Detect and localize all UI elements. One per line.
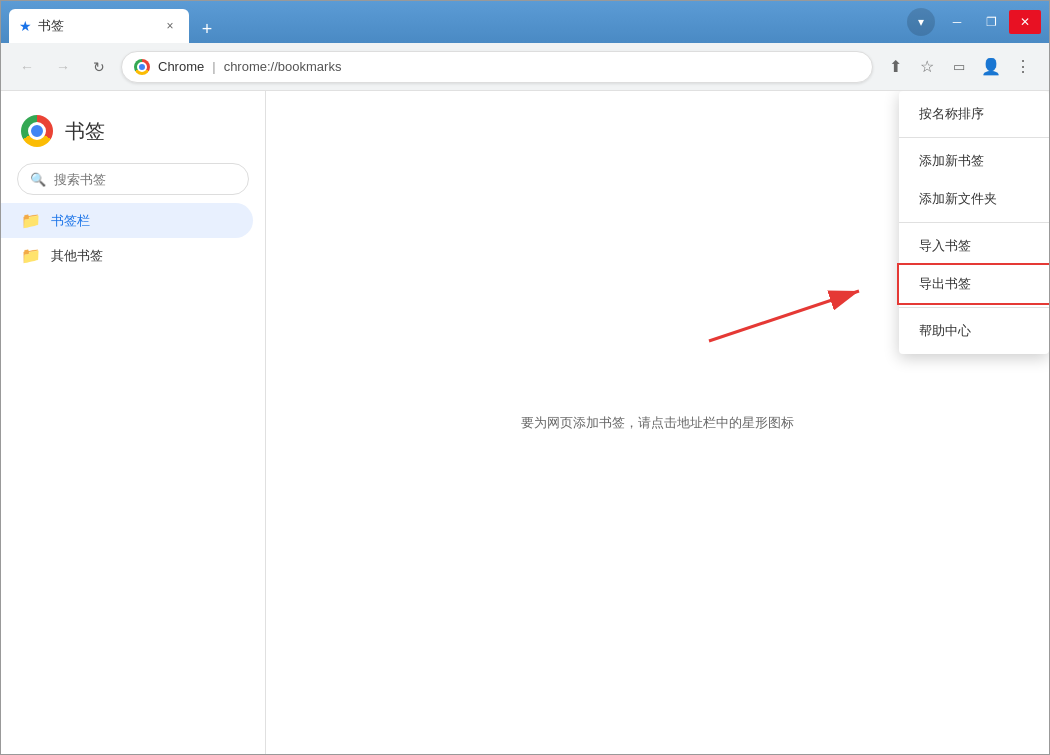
empty-hint: 要为网页添加书签，请点击地址栏中的星形图标 xyxy=(521,414,794,432)
search-input[interactable] xyxy=(54,172,236,187)
forward-button[interactable]: → xyxy=(49,53,77,81)
titlebar: ★ 书签 × + ▾ ─ ❐ ✕ xyxy=(1,1,1049,43)
main-area: 书签 🔍 📁 书签栏 📁 其他书签 要为网页添加书签，请点击地址栏中的星形图标 … xyxy=(1,91,1049,754)
back-button[interactable]: ← xyxy=(13,53,41,81)
menu-divider-3 xyxy=(899,307,1049,308)
menu-item-help-center[interactable]: 帮助中心 xyxy=(899,312,1049,350)
menu-divider-1 xyxy=(899,137,1049,138)
sidebar-item-label-other-bookmarks: 其他书签 xyxy=(51,247,103,265)
sidebar: 书签 🔍 📁 书签栏 📁 其他书签 xyxy=(1,91,266,754)
menu-item-export-bookmarks[interactable]: 导出书签 xyxy=(899,265,1049,303)
maximize-button[interactable]: ❐ xyxy=(975,10,1007,34)
close-window-icon: ✕ xyxy=(1020,15,1030,29)
chrome-label: Chrome xyxy=(158,59,204,74)
share-icon: ⬆ xyxy=(889,57,902,76)
active-tab[interactable]: ★ 书签 × xyxy=(9,9,189,43)
minimize-button[interactable]: ─ xyxy=(941,10,973,34)
address-url: chrome://bookmarks xyxy=(224,59,342,74)
reload-icon: ↻ xyxy=(93,59,105,75)
share-button[interactable]: ⬆ xyxy=(881,53,909,81)
chrome-logo-icon xyxy=(134,59,150,75)
tab-dropdown-button[interactable]: ▾ xyxy=(907,8,935,36)
cast-button[interactable]: ▭ xyxy=(945,53,973,81)
folder-icon-other-bookmarks: 📁 xyxy=(21,246,41,265)
tab-strip: ★ 书签 × + xyxy=(9,1,907,43)
menu-icon: ⋮ xyxy=(1015,57,1031,76)
sidebar-item-label-bookmarks-bar: 书签栏 xyxy=(51,212,90,230)
menu-item-import-bookmarks[interactable]: 导入书签 xyxy=(899,227,1049,265)
folder-icon-bookmarks-bar: 📁 xyxy=(21,211,41,230)
tab-title: 书签 xyxy=(38,17,155,35)
menu-divider-2 xyxy=(899,222,1049,223)
cast-icon: ▭ xyxy=(953,59,965,74)
sidebar-title: 书签 xyxy=(65,118,105,145)
search-icon: 🔍 xyxy=(30,172,46,187)
address-separator: | xyxy=(212,59,215,74)
menu-item-add-folder[interactable]: 添加新文件夹 xyxy=(899,180,1049,218)
sidebar-item-other-bookmarks[interactable]: 📁 其他书签 xyxy=(1,238,253,273)
browser-window: ★ 书签 × + ▾ ─ ❐ ✕ ← → xyxy=(0,0,1050,755)
tab-favicon: ★ xyxy=(19,18,32,34)
profile-icon: 👤 xyxy=(981,57,1001,76)
menu-button[interactable]: ⋮ xyxy=(1009,53,1037,81)
chrome-logo-large xyxy=(21,115,53,147)
dropdown-menu: 按名称排序 添加新书签 添加新文件夹 导入书签 导出书签 帮助中心 xyxy=(899,91,1049,354)
star-icon: ☆ xyxy=(920,57,934,76)
back-icon: ← xyxy=(20,59,34,75)
menu-item-sort-by-name[interactable]: 按名称排序 xyxy=(899,95,1049,133)
forward-icon: → xyxy=(56,59,70,75)
close-window-button[interactable]: ✕ xyxy=(1009,10,1041,34)
svg-line-1 xyxy=(709,291,859,341)
addressbar: ← → ↻ Chrome | chrome://bookmarks ⬆ ☆ ▭ … xyxy=(1,43,1049,91)
profile-button[interactable]: 👤 xyxy=(977,53,1005,81)
window-controls: ─ ❐ ✕ xyxy=(941,10,1041,34)
new-tab-button[interactable]: + xyxy=(193,15,221,43)
maximize-icon: ❐ xyxy=(986,15,997,29)
close-tab-button[interactable]: × xyxy=(161,17,179,35)
sidebar-header: 书签 xyxy=(1,107,265,163)
minimize-icon: ─ xyxy=(953,15,962,29)
search-bar[interactable]: 🔍 xyxy=(17,163,249,195)
toolbar-icons: ⬆ ☆ ▭ 👤 ⋮ xyxy=(881,53,1037,81)
menu-item-add-bookmark[interactable]: 添加新书签 xyxy=(899,142,1049,180)
address-input[interactable]: Chrome | chrome://bookmarks xyxy=(121,51,873,83)
bookmark-star-button[interactable]: ☆ xyxy=(913,53,941,81)
content-area: 要为网页添加书签，请点击地址栏中的星形图标 按名称排序 添加新书签 添加新文件夹… xyxy=(266,91,1049,754)
arrow-indicator xyxy=(689,271,889,355)
sidebar-item-bookmarks-bar[interactable]: 📁 书签栏 xyxy=(1,203,253,238)
reload-button[interactable]: ↻ xyxy=(85,53,113,81)
